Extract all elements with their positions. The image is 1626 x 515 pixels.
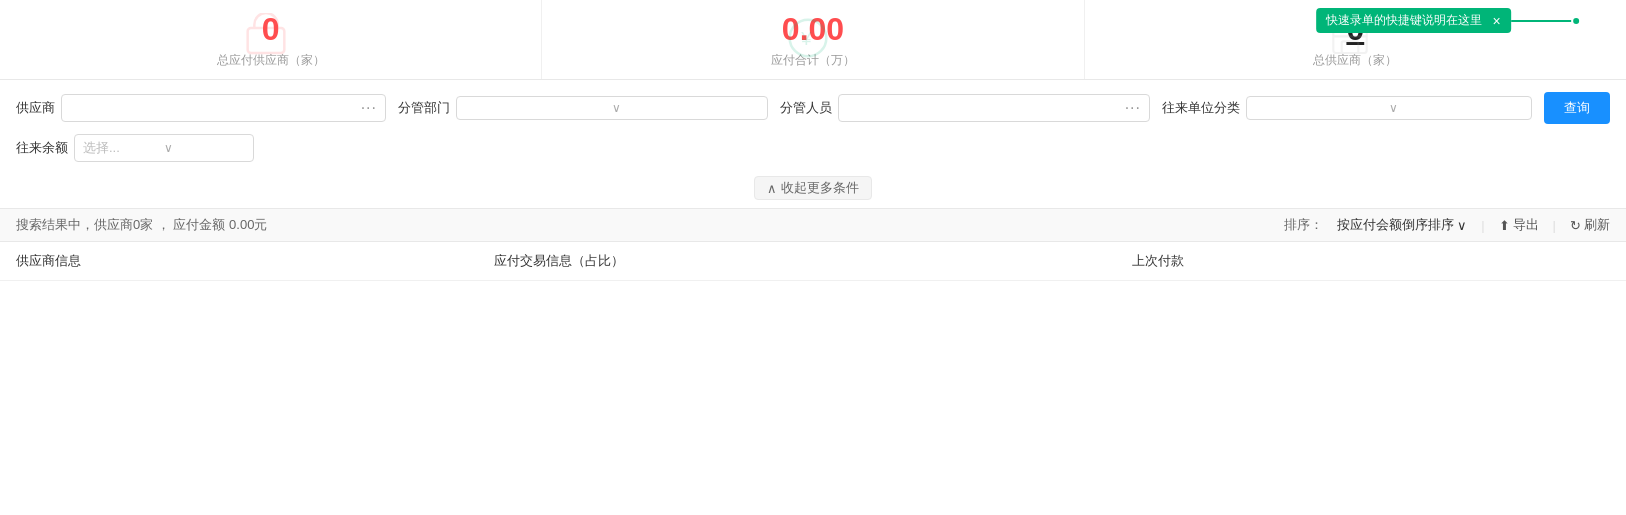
department-arrow: ∨ [612, 101, 759, 115]
sort-select[interactable]: 按应付会额倒序排序 ∨ [1337, 216, 1467, 234]
filter-section: 供应商 ··· 分管部门 ∨ 分管人员 ··· 往来单位分类 [0, 80, 1626, 209]
tooltip-bar: 快速录单的快捷键说明在这里 × [1316, 8, 1510, 33]
stat-total-payable: 0 总应付供应商（家） [0, 0, 542, 79]
result-actions: 排序： 按应付会额倒序排序 ∨ | ⬆ 导出 | ↻ 刷新 [1284, 216, 1610, 234]
department-label: 分管部门 [398, 99, 450, 117]
filter-row-2: 往来余额 选择... ∨ [16, 134, 1610, 162]
category-filter: 往来单位分类 ∨ [1162, 96, 1532, 120]
balance-placeholder: 选择... [83, 139, 164, 157]
supplier-filter: 供应商 ··· [16, 94, 386, 122]
money-icon: ¥ [783, 13, 833, 66]
col-payment-header: 上次付款 [1132, 252, 1610, 270]
department-filter: 分管部门 ∨ [398, 96, 768, 120]
category-label: 往来单位分类 [1162, 99, 1240, 117]
svg-text:¥: ¥ [800, 28, 812, 49]
action-separator-1: | [1481, 218, 1484, 233]
tooltip-close[interactable]: × [1492, 14, 1500, 28]
filter-row-1: 供应商 ··· 分管部门 ∨ 分管人员 ··· 往来单位分类 [16, 92, 1610, 124]
balance-select[interactable]: 选择... ∨ [74, 134, 254, 162]
svg-rect-0 [247, 28, 284, 53]
collapse-icon: ∧ [767, 181, 777, 196]
tooltip-dot [1571, 16, 1581, 26]
person-dots[interactable]: ··· [1125, 99, 1141, 117]
supplier-input[interactable] [70, 101, 361, 116]
department-select[interactable]: ∨ [456, 96, 768, 120]
col-transaction-header: 应付交易信息（占比） [494, 252, 1132, 270]
supplier-input-wrap[interactable]: ··· [61, 94, 386, 122]
table-body [0, 281, 1626, 515]
result-count: 搜索结果中，供应商0家 [16, 217, 153, 232]
sort-arrow: ∨ [1457, 218, 1467, 233]
refresh-icon: ↻ [1570, 218, 1581, 233]
tooltip-text: 快速录单的快捷键说明在这里 [1326, 12, 1482, 29]
result-bar: 搜索结果中，供应商0家 ， 应付金额 0.00元 排序： 按应付会额倒序排序 ∨… [0, 209, 1626, 242]
category-arrow: ∨ [1389, 101, 1523, 115]
supplier-icon [241, 13, 291, 66]
collapse-row: ∧ 收起更多条件 [16, 172, 1610, 208]
person-input-wrap[interactable]: ··· [838, 94, 1150, 122]
balance-arrow: ∨ [164, 141, 245, 155]
person-filter: 分管人员 ··· [780, 94, 1150, 122]
result-separator: ， [157, 217, 170, 232]
person-label: 分管人员 [780, 99, 832, 117]
table-header: 供应商信息 应付交易信息（占比） 上次付款 [0, 242, 1626, 281]
stat-all-suppliers: 快速录单的快捷键说明在这里 × 0 总供应商（家） [1085, 0, 1626, 79]
balance-filter: 往来余额 选择... ∨ [16, 134, 254, 162]
svg-rect-4 [1342, 41, 1359, 53]
result-amount: 应付金额 0.00元 [173, 217, 267, 232]
export-icon: ⬆ [1499, 218, 1510, 233]
category-select[interactable]: ∨ [1246, 96, 1532, 120]
action-separator-2: | [1553, 218, 1556, 233]
person-input[interactable] [847, 101, 1125, 116]
refresh-button[interactable]: ↻ 刷新 [1570, 216, 1610, 234]
balance-label: 往来余额 [16, 139, 68, 157]
query-button[interactable]: 查询 [1544, 92, 1610, 124]
col-supplier-header: 供应商信息 [16, 252, 494, 270]
collapse-text: 收起更多条件 [781, 179, 859, 197]
stat-payable-total: ¥ 0.00 应付合计（万） [542, 0, 1084, 79]
sort-value-text: 按应付会额倒序排序 [1337, 216, 1454, 234]
sort-label: 排序： [1284, 216, 1323, 234]
export-text: 导出 [1513, 216, 1539, 234]
export-button[interactable]: ⬆ 导出 [1499, 216, 1539, 234]
collapse-button[interactable]: ∧ 收起更多条件 [754, 176, 872, 200]
supplier-label: 供应商 [16, 99, 55, 117]
result-info: 搜索结果中，供应商0家 ， 应付金额 0.00元 [16, 216, 267, 234]
stats-bar: 0 总应付供应商（家） ¥ 0.00 应付合计（万） 快速录单的快捷键说明在这里… [0, 0, 1626, 80]
refresh-text: 刷新 [1584, 216, 1610, 234]
supplier-dots[interactable]: ··· [361, 99, 377, 117]
